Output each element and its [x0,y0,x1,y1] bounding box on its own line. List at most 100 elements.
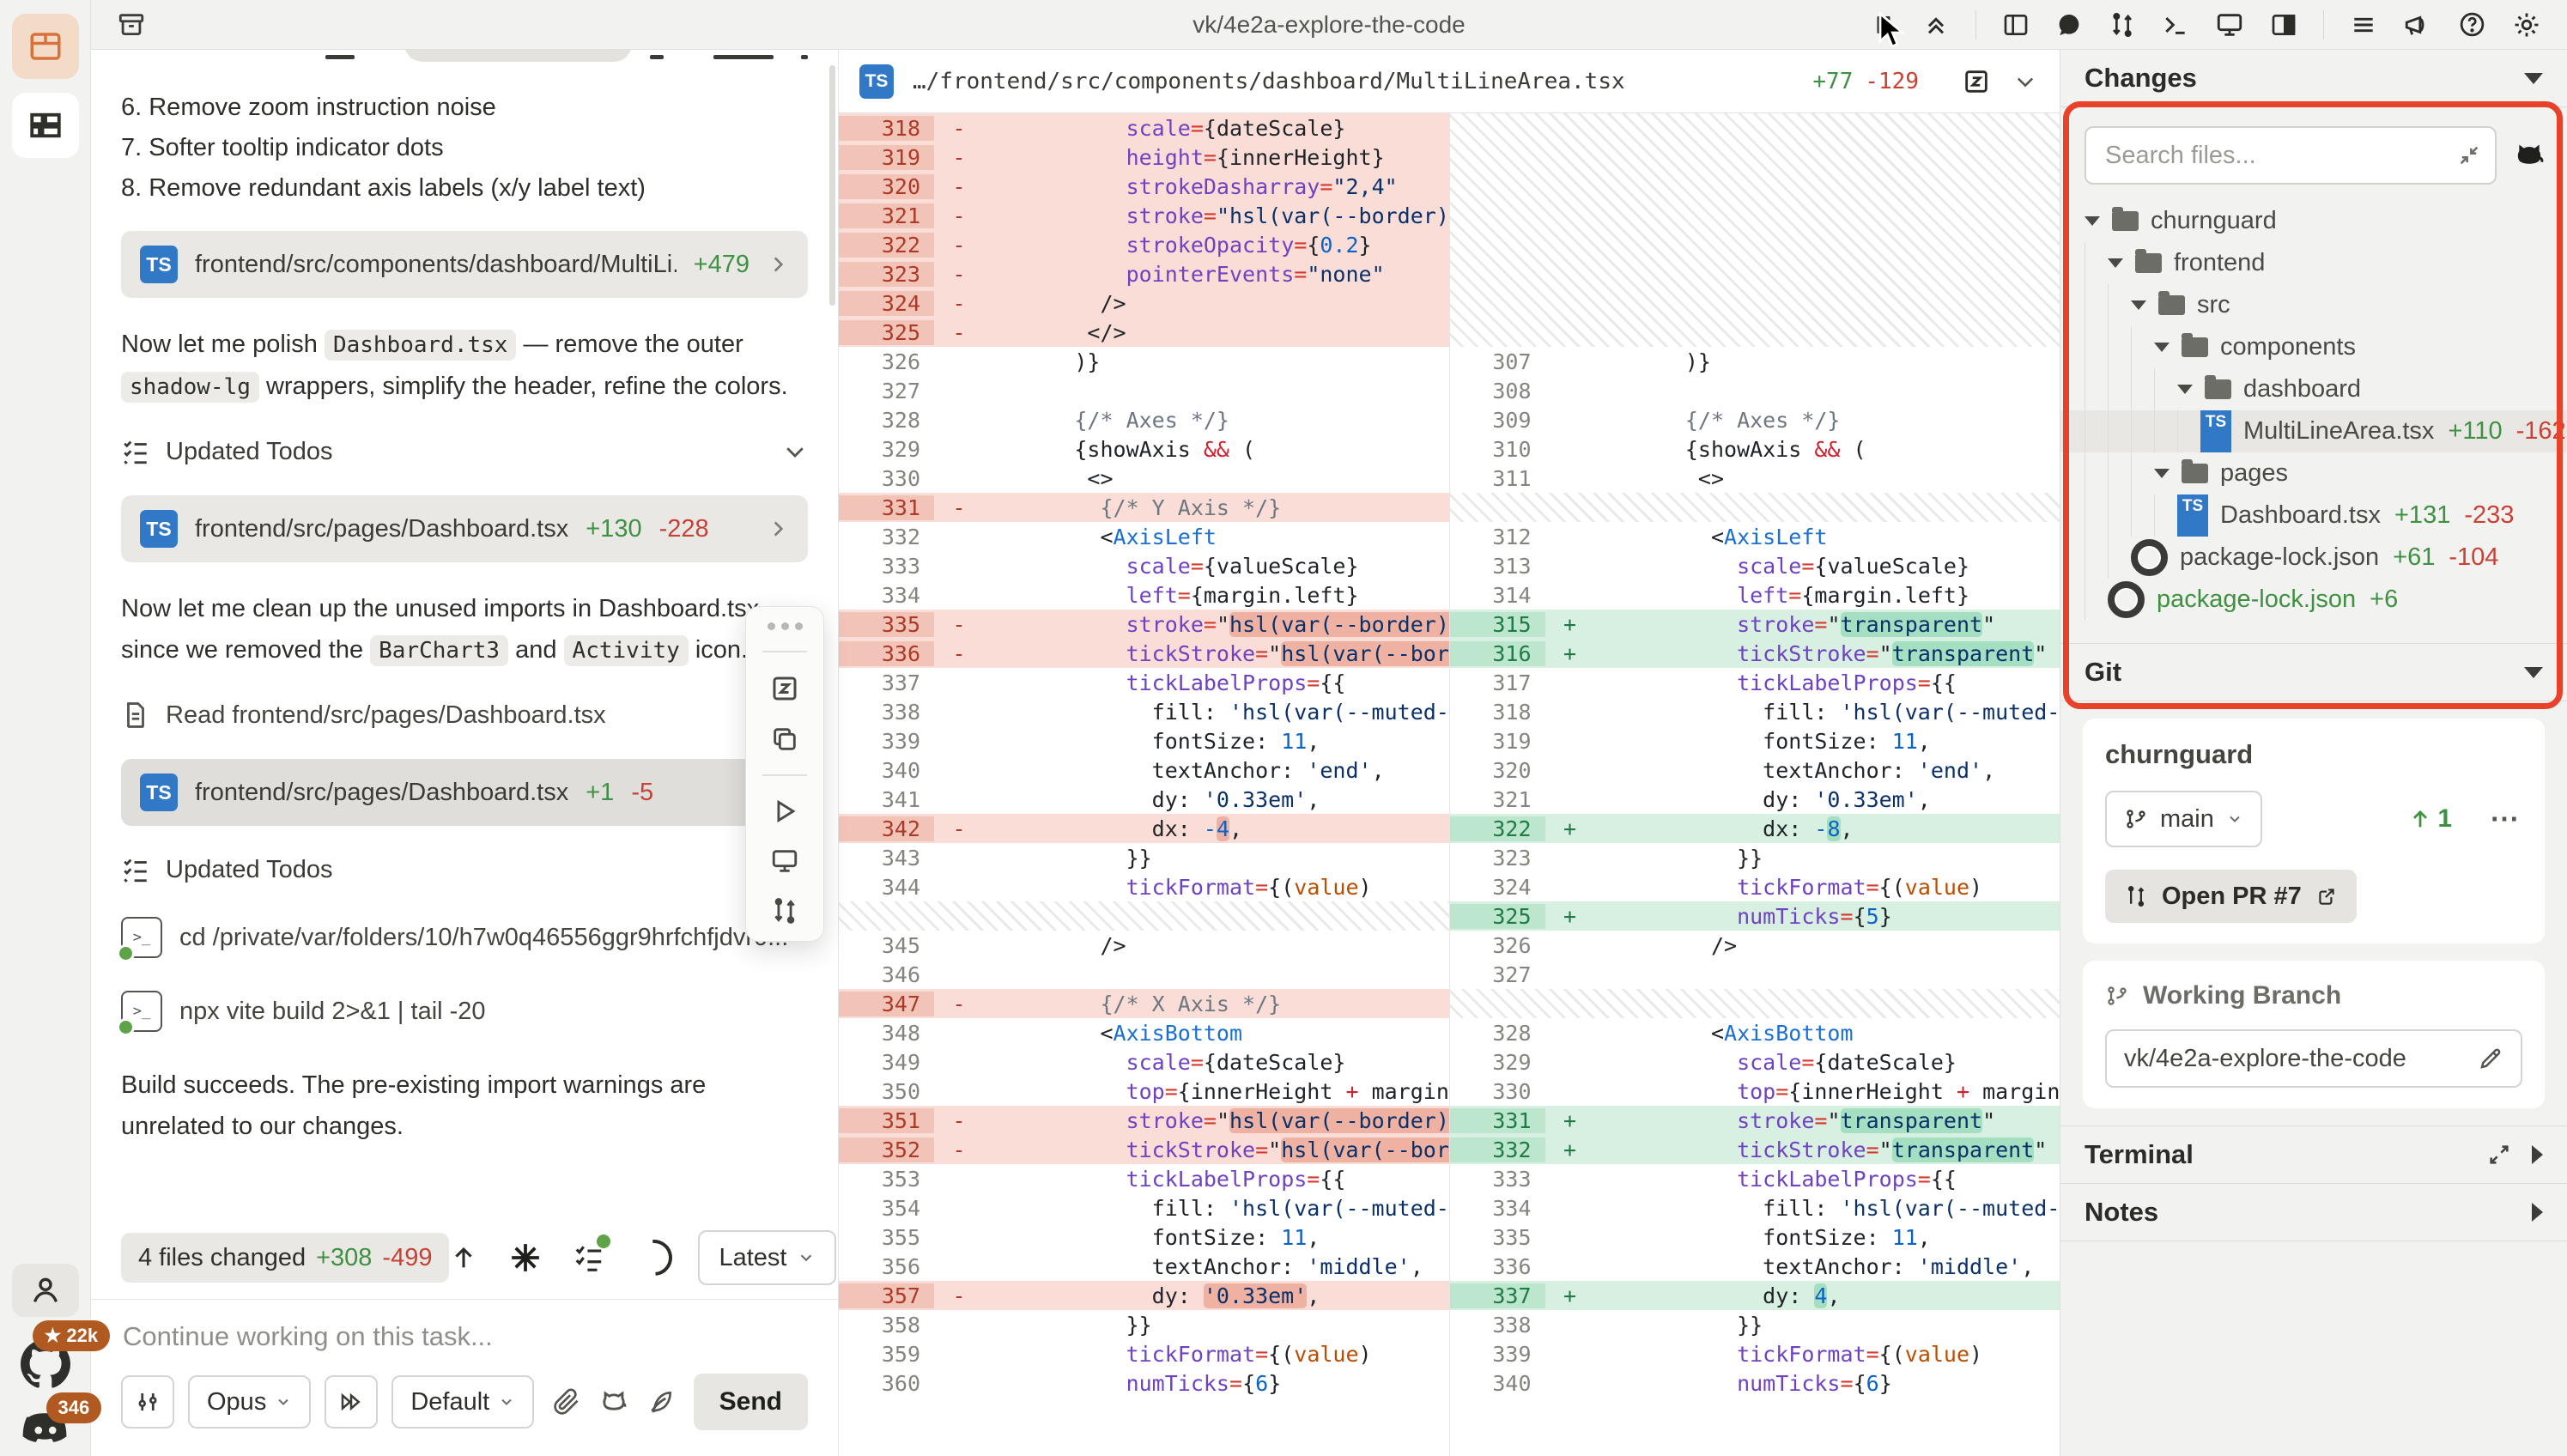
diff-view-icon[interactable] [1962,67,1991,96]
chevron-down-icon[interactable] [2013,70,2037,94]
chevron-down-icon[interactable] [782,439,808,464]
tree-file-MultiLineArea.tsx[interactable]: TSMultiLineArea.tsx+110-162 [2060,410,2567,452]
attachment-icon[interactable] [553,1388,580,1416]
checklist-icon [121,437,150,466]
git-section-header[interactable]: Git [2060,643,2567,701]
play-icon[interactable] [770,797,799,826]
changes-section-header[interactable]: Changes [2060,50,2567,107]
terminal-run-icon: >_ [121,917,162,958]
tree-folder-frontend[interactable]: frontend [2060,242,2567,284]
changed-files-tree: churnguard frontend srccomponentsdashboard… [2060,197,2567,643]
chat-settings-button[interactable] [121,1375,174,1429]
folder-icon [2112,211,2139,231]
model-dropdown[interactable]: Opus [188,1375,311,1429]
ts-file-icon: TS [2200,410,2231,452]
tree-file-package-lock.json[interactable]: package-lock.json+6 [2060,579,2567,621]
diff-row: 338 fill: 'hsl(var(--muted-foreground))'… [839,697,1449,726]
settings-gear-icon[interactable] [2512,10,2541,39]
search-files-box[interactable] [2085,126,2497,185]
file-name: frontend [2174,249,2265,277]
open-pr-button[interactable]: Open PR #7 [2105,870,2357,923]
tree-file-package-lock.json[interactable]: package-lock.json+61-104 [2060,537,2567,579]
tree-file-Dashboard.tsx[interactable]: TSDashboard.tsx+131-233 [2060,494,2567,537]
read-file-row[interactable]: Read frontend/src/pages/Dashboard.tsx [121,701,808,730]
caret-down-icon [2154,469,2170,478]
diff-row: 315+ stroke="transparent" [1450,610,2060,639]
mode-dropdown[interactable]: Default [391,1375,534,1429]
todo-status-icon[interactable] [573,1241,605,1274]
account-button[interactable] [12,1264,79,1317]
help-icon[interactable] [2458,10,2486,39]
caret-down-icon [2108,258,2123,268]
menu-icon[interactable] [2350,11,2377,39]
tree-folder-churnguard[interactable]: churnguard [2060,200,2567,242]
cat-icon[interactable] [599,1387,628,1417]
notes-section-header[interactable]: Notes [2060,1184,2567,1241]
rail-item-workspace[interactable] [12,14,79,79]
quill-icon[interactable] [647,1388,675,1416]
diff-row: 313 scale={valueScale} [1450,551,2060,580]
terminal-icon[interactable] [2162,11,2189,39]
deletions-count: -162 [2516,417,2566,446]
copy-icon[interactable] [770,725,799,754]
updated-todos-row[interactable]: Updated Todos [121,855,808,884]
diff-row [1450,201,2060,230]
tree-folder-src[interactable]: src [2060,284,2567,326]
layout-panel-icon [27,28,64,64]
tree-folder-pages[interactable]: pages [2060,452,2567,494]
cat-icon[interactable] [2512,138,2546,173]
additions-count: +61 [2393,543,2435,572]
collapse-tree-icon[interactable] [2457,143,2481,167]
file-chip-path: frontend/src/components/dashboard/MultiL… [195,251,677,279]
megaphone-icon[interactable] [2403,10,2432,39]
latest-dropdown[interactable]: Latest [698,1230,836,1285]
monitor-icon[interactable] [2215,10,2244,39]
chat-scrollbar[interactable] [829,65,835,306]
tree-folder-dashboard[interactable]: dashboard [2060,368,2567,410]
working-branch-field[interactable]: vk/4e2a-explore-the-code [2105,1029,2522,1088]
git-compare-icon[interactable] [2109,11,2136,39]
search-files-input[interactable] [2103,141,2457,171]
updated-todos-row[interactable]: Updated Todos [121,437,808,466]
chevron-down-icon [275,1393,292,1410]
panel-left-icon[interactable] [2002,11,2030,39]
terminal-command-row[interactable]: >_ npx vite build 2>&1 | tail -20 [121,991,808,1032]
scroll-up-icon[interactable] [449,1243,478,1272]
tree-folder-components[interactable]: components [2060,326,2567,368]
diff-row: 322+ dx: -8, [1450,814,2060,843]
panel-right-filled-icon[interactable] [2270,11,2297,39]
file-chip-dashboard-2[interactable]: TS frontend/src/pages/Dashboard.tsx +1 -… [121,759,808,826]
edit-pencil-icon[interactable] [2478,1046,2503,1071]
fast-forward-button[interactable] [325,1375,378,1429]
diff-row: 338 }} [1450,1310,2060,1339]
branch-dropdown[interactable]: main [2105,791,2262,847]
discord-link[interactable]: 346 [21,1411,70,1451]
git-compare-icon[interactable] [770,896,799,925]
monitor-icon[interactable] [770,846,799,876]
expand-icon[interactable] [2487,1143,2511,1167]
inline-code: shadow-lg [121,372,259,403]
more-options-icon[interactable] [768,622,803,630]
terminal-section-header[interactable]: Terminal [2060,1125,2567,1184]
diff-row [1450,230,2060,259]
file-chip-multilinearea[interactable]: TS frontend/src/components/dashboard/Mul… [121,231,808,298]
diff-view-icon[interactable] [769,673,800,704]
chat-scroll-area[interactable]: 6. Remove zoom instruction noise7. Softe… [91,50,838,1218]
git-repo-card: churnguard main 1 ⋯ [2083,719,2545,943]
burst-icon[interactable] [509,1241,542,1274]
chat-bubble-icon[interactable] [2055,11,2083,39]
terminal-command-row[interactable]: >_ cd /private/var/folders/10/h7w0q46556… [121,917,808,958]
diff-row: 329 {showAxis && ( [839,434,1449,464]
files-changed-chip[interactable]: 4 files changed +308 -499 [121,1233,449,1283]
send-button[interactable]: Send [694,1374,808,1430]
diff-old-side: 318- scale={dateScale}319- height={inner… [839,113,1450,1456]
diff-row: 359 tickFormat={(value) [839,1339,1449,1368]
collapse-all-icon[interactable] [1922,11,1950,39]
rail-item-grid[interactable] [12,93,79,158]
git-more-options[interactable]: ⋯ [2490,802,2522,836]
chat-input[interactable] [121,1320,811,1353]
diff-row: 320 textAnchor: 'end', [1450,755,2060,785]
github-link[interactable]: ★ 22k [21,1339,70,1389]
file-chip-dashboard-1[interactable]: TS frontend/src/pages/Dashboard.tsx +130… [121,495,808,562]
diff-split-view[interactable]: 318- scale={dateScale}319- height={inner… [839,113,2060,1456]
